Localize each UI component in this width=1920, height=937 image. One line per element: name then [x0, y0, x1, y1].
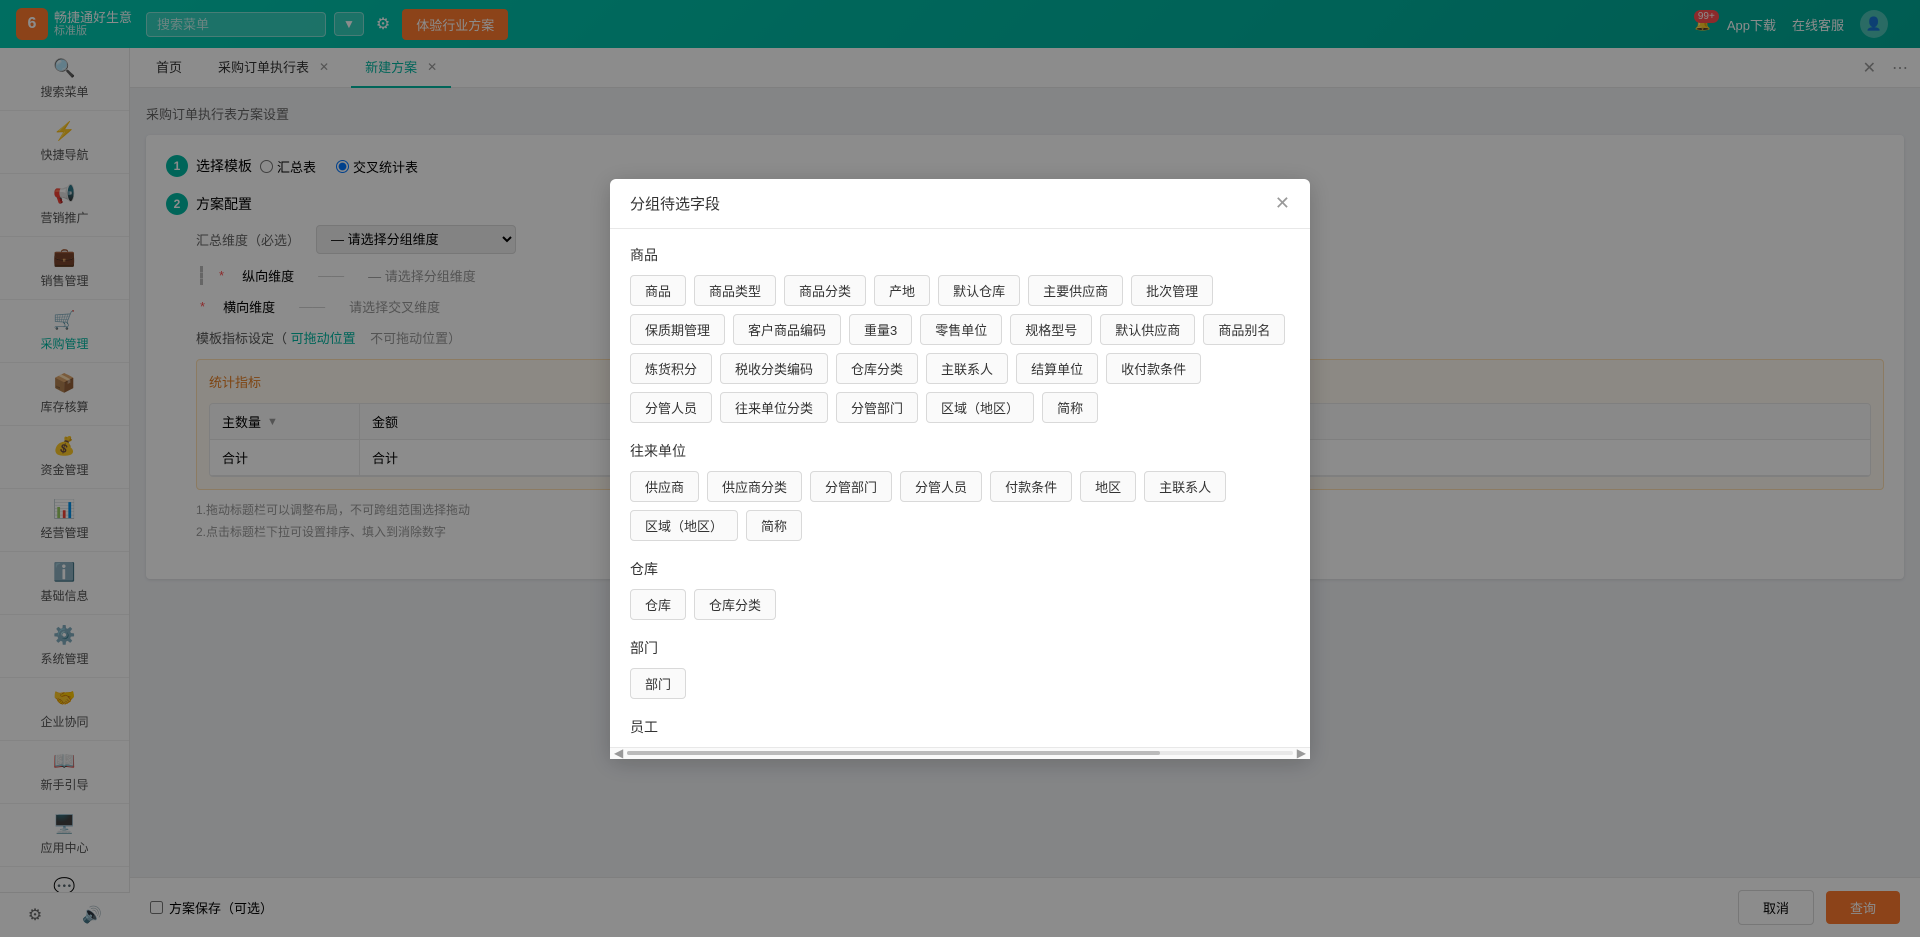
field-tag-0-4[interactable]: 默认仓库: [938, 275, 1020, 306]
field-tags-2: 仓库仓库分类: [630, 589, 1290, 620]
field-tag-1-6[interactable]: 主联系人: [1144, 471, 1226, 502]
modal-section-4: 员工业务员: [630, 717, 1290, 747]
modal-body: 商品商品商品类型商品分类产地默认仓库主要供应商批次管理保质期管理客户商品编码重量…: [610, 229, 1310, 747]
field-tag-0-7[interactable]: 保质期管理: [630, 314, 725, 345]
field-tag-0-8[interactable]: 客户商品编码: [733, 314, 841, 345]
modal-section-3: 部门部门: [630, 638, 1290, 699]
field-tag-0-0[interactable]: 商品: [630, 275, 686, 306]
modal-section-0: 商品商品商品类型商品分类产地默认仓库主要供应商批次管理保质期管理客户商品编码重量…: [630, 245, 1290, 423]
field-tag-3-0[interactable]: 部门: [630, 668, 686, 699]
field-tags-1: 供应商供应商分类分管部门分管人员付款条件地区主联系人区域（地区） 简称: [630, 471, 1290, 541]
field-tag-0-6[interactable]: 批次管理: [1131, 275, 1213, 306]
field-tag-0-24[interactable]: 简称: [1042, 392, 1098, 423]
horizontal-scrollbar-track: [627, 751, 1293, 755]
field-tag-1-5[interactable]: 地区: [1080, 471, 1136, 502]
field-tag-0-23[interactable]: 区域（地区）: [926, 392, 1034, 423]
field-tag-0-17[interactable]: 主联系人: [926, 353, 1008, 384]
field-tag-0-1[interactable]: 商品类型: [694, 275, 776, 306]
field-tag-0-10[interactable]: 零售单位: [920, 314, 1002, 345]
modal-section-2: 仓库仓库仓库分类: [630, 559, 1290, 620]
field-tag-1-1[interactable]: 供应商分类: [707, 471, 802, 502]
field-tag-0-18[interactable]: 结算单位: [1016, 353, 1098, 384]
modal-title: 分组待选字段: [630, 193, 720, 214]
field-tag-1-3[interactable]: 分管人员: [900, 471, 982, 502]
section-title-2: 仓库: [630, 559, 1290, 579]
section-title-3: 部门: [630, 638, 1290, 658]
field-tag-0-21[interactable]: 往来单位分类: [720, 392, 828, 423]
field-tag-0-20[interactable]: 分管人员: [630, 392, 712, 423]
field-tag-0-19[interactable]: 收付款条件: [1106, 353, 1201, 384]
field-tag-1-4[interactable]: 付款条件: [990, 471, 1072, 502]
modal-overlay: 分组待选字段 ✕ 商品商品商品类型商品分类产地默认仓库主要供应商批次管理保质期管…: [0, 0, 1920, 937]
field-tag-0-14[interactable]: 炼货积分: [630, 353, 712, 384]
field-tag-2-1[interactable]: 仓库分类: [694, 589, 776, 620]
field-tag-0-22[interactable]: 分管部门: [836, 392, 918, 423]
field-tag-0-15[interactable]: 税收分类编码: [720, 353, 828, 384]
modal-section-1: 往来单位供应商供应商分类分管部门分管人员付款条件地区主联系人区域（地区） 简称: [630, 441, 1290, 541]
modal-header: 分组待选字段 ✕: [610, 179, 1310, 229]
field-tag-0-16[interactable]: 仓库分类: [836, 353, 918, 384]
modal-close-icon[interactable]: ✕: [1275, 194, 1290, 212]
section-title-4: 员工: [630, 717, 1290, 737]
field-selection-modal: 分组待选字段 ✕ 商品商品商品类型商品分类产地默认仓库主要供应商批次管理保质期管…: [610, 179, 1310, 759]
field-tags-0: 商品商品类型商品分类产地默认仓库主要供应商批次管理保质期管理客户商品编码重量3 零…: [630, 275, 1290, 423]
field-tag-0-3[interactable]: 产地: [874, 275, 930, 306]
field-tag-2-0[interactable]: 仓库: [630, 589, 686, 620]
field-tag-1-2[interactable]: 分管部门: [810, 471, 892, 502]
field-tag-0-9[interactable]: 重量3: [849, 314, 912, 345]
field-tag-0-12[interactable]: 默认供应商: [1100, 314, 1195, 345]
field-tag-0-2[interactable]: 商品分类: [784, 275, 866, 306]
section-title-0: 商品: [630, 245, 1290, 265]
field-tag-1-8[interactable]: 简称: [746, 510, 802, 541]
field-tag-0-11[interactable]: 规格型号: [1010, 314, 1092, 345]
field-tag-0-13[interactable]: 商品别名: [1203, 314, 1285, 345]
field-tags-3: 部门: [630, 668, 1290, 699]
section-title-1: 往来单位: [630, 441, 1290, 461]
field-tag-1-7[interactable]: 区域（地区）: [630, 510, 738, 541]
field-tag-0-5[interactable]: 主要供应商: [1028, 275, 1123, 306]
field-tag-1-0[interactable]: 供应商: [630, 471, 699, 502]
horizontal-scrollbar-thumb: [627, 751, 1159, 755]
modal-footer-scrollbar[interactable]: ◀ ▶: [610, 747, 1310, 759]
